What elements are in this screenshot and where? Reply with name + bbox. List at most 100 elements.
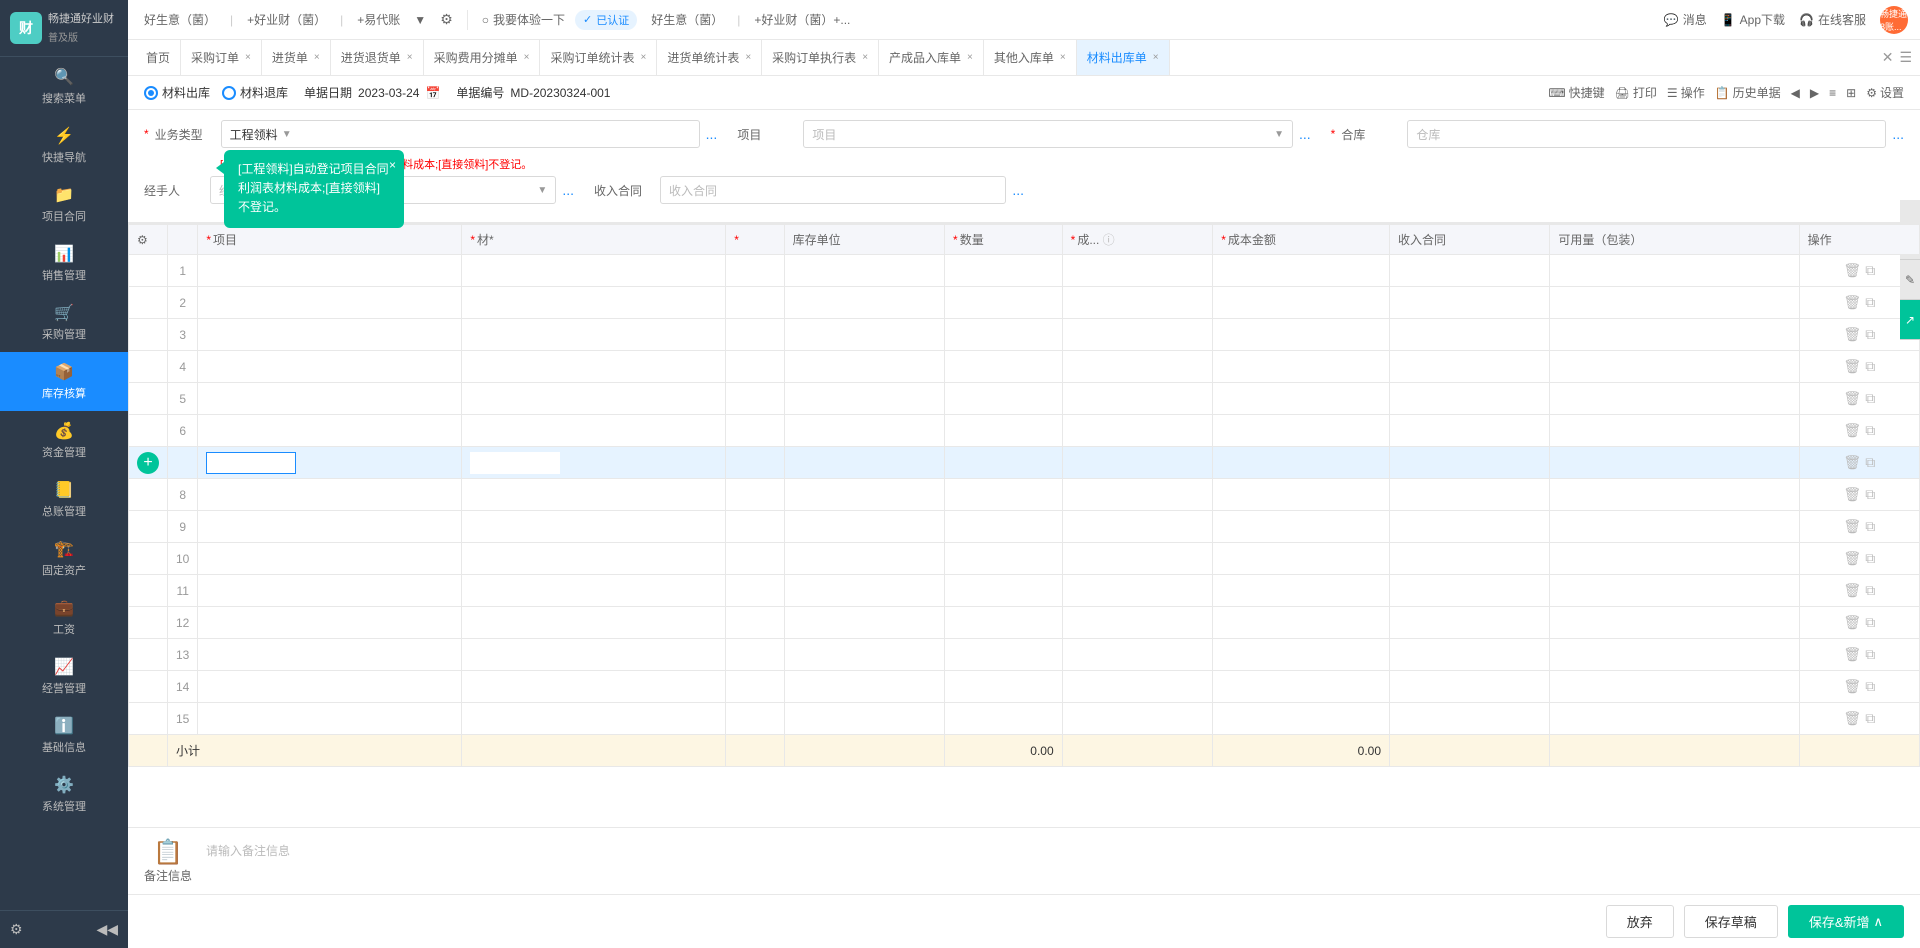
tab-close-icon[interactable]: × [1060, 52, 1066, 63]
tab-purchase-stats[interactable]: 采购订单统计表× [540, 40, 657, 76]
app-download-button[interactable]: 📱 App下载 [1721, 11, 1785, 28]
tab-close-icon[interactable]: × [245, 52, 251, 63]
delete-icon[interactable]: 🗑 [1843, 422, 1861, 439]
handler-ellipsis[interactable]: ... [562, 182, 574, 198]
tab-material-out[interactable]: 材料出库单× [1077, 40, 1170, 76]
nav-prev[interactable]: ◀ [1791, 86, 1800, 100]
topbar-nav-haoshengyi2[interactable]: 好生意（菌） [647, 11, 727, 28]
info-icon[interactable]: ⓘ [1103, 233, 1115, 247]
right-float-icon-3[interactable]: ↗ [1900, 300, 1920, 340]
sidebar-item-basic[interactable]: ℹ️ 基础信息 [0, 706, 128, 765]
topbar-nav-haoyecai2[interactable]: +好业财（菌）+... [750, 11, 854, 28]
radio-material-return[interactable]: 材料退库 [222, 84, 288, 101]
topbar-nav-yidaizhang[interactable]: +易代账 [353, 11, 404, 28]
project-input[interactable]: 项目 ▼ [803, 120, 1293, 148]
history-action[interactable]: 📋 历史单据 [1715, 84, 1781, 101]
delete-icon[interactable]: 🗑 [1843, 646, 1861, 663]
delete-icon[interactable]: 🗑 [1843, 262, 1861, 279]
copy-icon[interactable]: ⧉ [1865, 646, 1875, 663]
sidebar-item-finance[interactable]: 💰 资金管理 [0, 411, 128, 470]
tab-goods-in-stats[interactable]: 进货单统计表× [657, 40, 762, 76]
delete-icon[interactable]: 🗑 [1843, 358, 1861, 375]
view-grid-icon[interactable]: ⊞ [1846, 86, 1856, 100]
topbar-nav-haoyecai[interactable]: +好业财（菌） [243, 11, 330, 28]
sidebar-item-ops[interactable]: 📈 经营管理 [0, 647, 128, 706]
copy-icon[interactable]: ⧉ [1865, 358, 1875, 375]
sidebar-item-quick[interactable]: ⚡ 快捷导航 [0, 116, 128, 175]
user-avatar[interactable]: 畅捷通8账... [1880, 6, 1908, 34]
radio-material-out[interactable]: 材料出库 [144, 84, 210, 101]
tab-purchase-order[interactable]: 采购订单× [181, 40, 262, 76]
date-value[interactable]: 2023-03-24 [358, 86, 419, 100]
ops-action[interactable]: ☰ 操作 [1667, 84, 1705, 101]
topbar-settings-icon[interactable]: ⚙ [440, 11, 453, 28]
col-spec-header[interactable]: * [726, 225, 784, 255]
tab-close-icon[interactable]: × [967, 52, 973, 63]
delete-icon[interactable]: 🗑 [1843, 678, 1861, 695]
tab-goods-in[interactable]: 进货单× [262, 40, 331, 76]
col-cost-amount-header[interactable]: *成本金额 [1213, 225, 1390, 255]
delete-icon[interactable]: 🗑 [1843, 518, 1861, 535]
delete-icon[interactable]: 🗑 [1843, 550, 1861, 567]
delete-icon[interactable]: 🗑 [1843, 614, 1861, 631]
nav-next[interactable]: ▶ [1810, 86, 1819, 100]
tooltip-close-button[interactable]: × [389, 156, 396, 175]
tab-close-icon[interactable]: × [524, 52, 530, 63]
tab-close-icon[interactable]: × [640, 52, 646, 63]
warehouse-input[interactable]: 仓库 [1407, 120, 1886, 148]
copy-icon[interactable]: ⧉ [1865, 582, 1875, 599]
tab-close-icon[interactable]: × [314, 52, 320, 63]
business-type-input[interactable]: 工程领料 ▼ [221, 120, 700, 148]
tab-close-icon[interactable]: × [1153, 52, 1159, 63]
tab-close-icon[interactable]: × [745, 52, 751, 63]
collapse-icon[interactable]: ◀◀ [96, 921, 118, 938]
save-draft-button[interactable]: 保存草稿 [1684, 905, 1778, 938]
copy-icon[interactable]: ⧉ [1865, 486, 1875, 503]
col-project-header[interactable]: *项目 [198, 225, 462, 255]
topbar-exp-item[interactable]: ○ 我要体验一下 [482, 11, 565, 28]
copy-icon[interactable]: ⧉ [1865, 422, 1875, 439]
sidebar-item-sales[interactable]: 📊 销售管理 [0, 234, 128, 293]
tab-purchase-exec[interactable]: 采购订单执行表× [762, 40, 879, 76]
sidebar-item-asset[interactable]: 🏗️ 固定资产 [0, 529, 128, 588]
col-cost-header[interactable]: *成... ⓘ [1062, 225, 1213, 255]
topbar-cert-badge[interactable]: ✓ 已认证 [575, 10, 637, 30]
copy-icon[interactable]: ⧉ [1865, 518, 1875, 535]
shortcuts-action[interactable]: ⌨ 快捷键 [1548, 84, 1604, 101]
add-row-button[interactable]: + [137, 452, 159, 474]
tab-goods-in-return[interactable]: 进货退货单× [331, 40, 424, 76]
sidebar-item-project[interactable]: 📁 项目合同 [0, 175, 128, 234]
income-contract-ellipsis[interactable]: ... [1012, 182, 1024, 198]
message-button[interactable]: 💬 消息 [1664, 11, 1707, 28]
copy-icon[interactable]: ⧉ [1865, 326, 1875, 343]
tab-close-all-icon[interactable]: ✕ [1882, 49, 1894, 66]
topbar-nav-haoshengyi[interactable]: 好生意（菌） [140, 11, 220, 28]
delete-icon[interactable]: 🗑 [1843, 326, 1861, 343]
warehouse-ellipsis[interactable]: ... [1892, 126, 1904, 142]
sidebar-item-search[interactable]: 🔍 搜索菜单 [0, 57, 128, 116]
single-num-value[interactable]: MD-20230324-001 [510, 86, 610, 100]
topbar-more-dropdown[interactable]: ▼ [414, 13, 426, 27]
business-type-ellipsis[interactable]: ... [706, 126, 718, 142]
tab-purchase-fee[interactable]: 采购费用分摊单× [424, 40, 541, 76]
copy-icon[interactable]: ⧉ [1865, 454, 1875, 471]
service-button[interactable]: 🎧 在线客服 [1799, 11, 1866, 28]
sidebar-item-system[interactable]: ⚙️ 系统管理 [0, 765, 128, 824]
discard-button[interactable]: 放弃 [1606, 905, 1674, 938]
sidebar-item-payroll[interactable]: 💼 工资 [0, 588, 128, 647]
copy-icon[interactable]: ⧉ [1865, 678, 1875, 695]
project-ellipsis[interactable]: ... [1299, 126, 1311, 142]
copy-icon[interactable]: ⧉ [1865, 550, 1875, 567]
delete-icon[interactable]: 🗑 [1843, 454, 1861, 471]
tab-close-icon[interactable]: × [862, 52, 868, 63]
form-settings-action[interactable]: ⚙ 设置 [1866, 84, 1904, 101]
right-float-icon-2[interactable]: ✎ [1900, 260, 1920, 300]
sidebar-item-purchase[interactable]: 🛒 采购管理 [0, 293, 128, 352]
notes-input[interactable] [202, 838, 1904, 878]
copy-icon[interactable]: ⧉ [1865, 262, 1875, 279]
col-material-header[interactable]: *材* [462, 225, 726, 255]
tab-other-in[interactable]: 其他入库单× [984, 40, 1077, 76]
delete-icon[interactable]: 🗑 [1843, 710, 1861, 727]
calendar-icon[interactable]: 📅 [425, 86, 440, 100]
col-settings-header[interactable]: ⚙ [129, 225, 168, 255]
